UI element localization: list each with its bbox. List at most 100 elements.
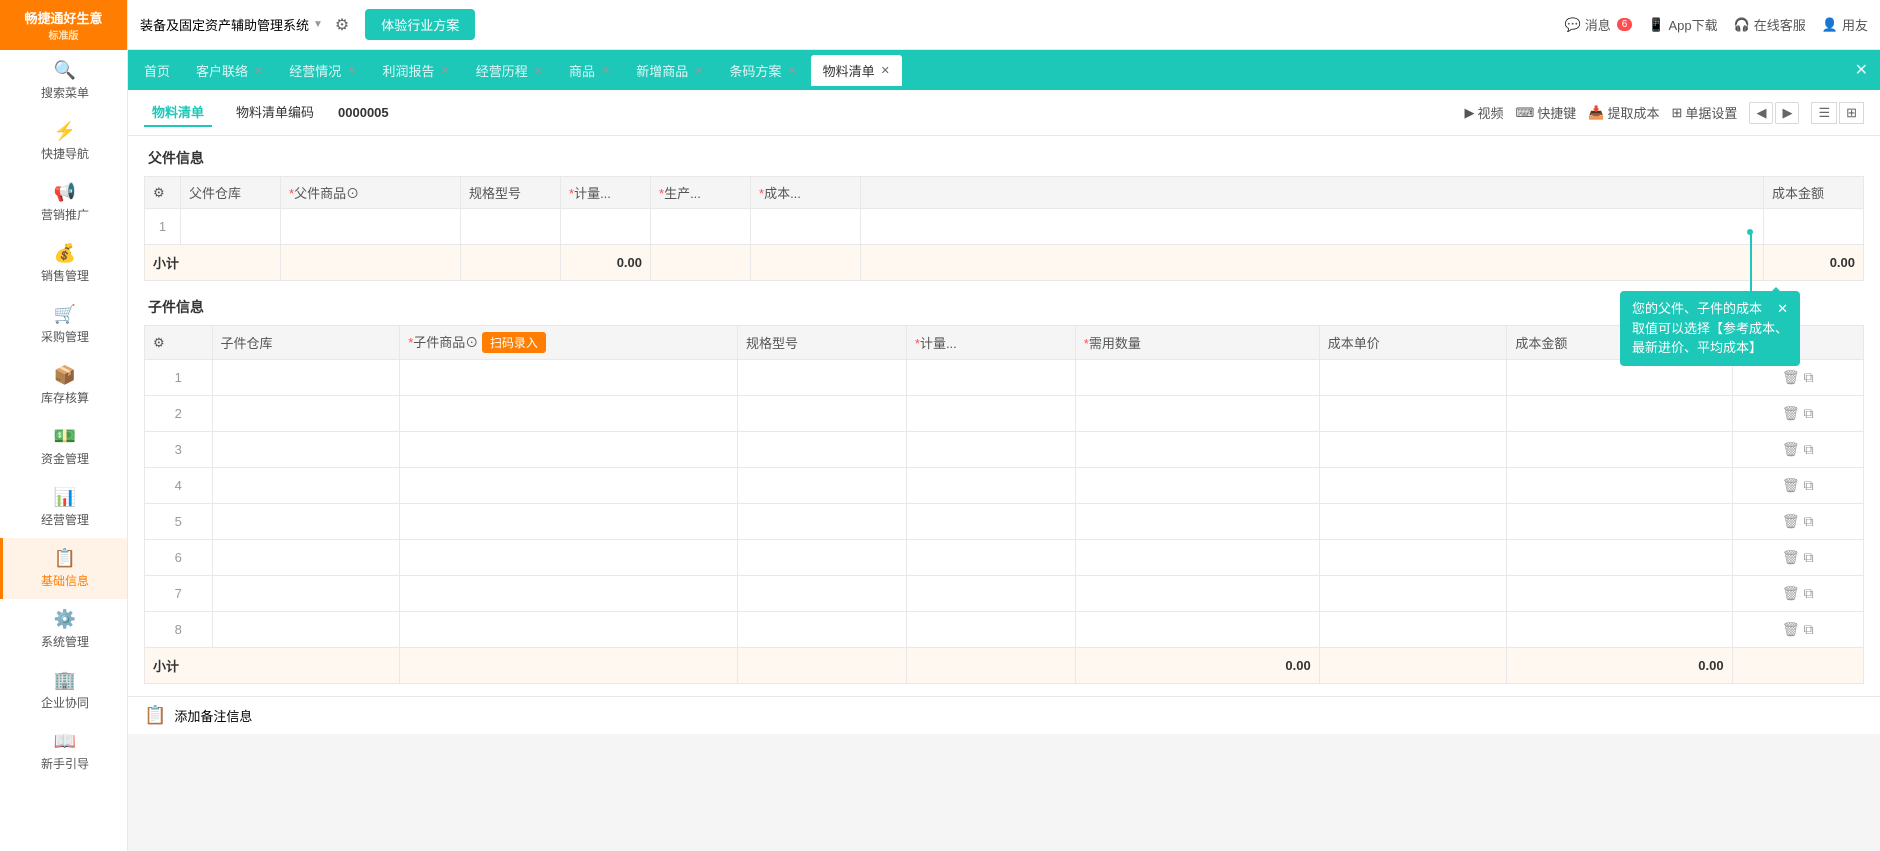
scan-button[interactable]: 扫码录入 bbox=[482, 332, 546, 353]
parent-spec-cell[interactable] bbox=[461, 209, 561, 245]
child-unit-cell[interactable] bbox=[906, 396, 1075, 432]
tab-bom[interactable]: 物料清单 ✕ bbox=[811, 55, 902, 86]
sidebar-item-search[interactable]: 🔍 搜索菜单 bbox=[0, 50, 127, 111]
parent-produce-cell[interactable] bbox=[651, 209, 751, 245]
delete-icon[interactable]: 🗑 bbox=[1782, 477, 1800, 494]
child-qty-cell[interactable] bbox=[1075, 468, 1319, 504]
grid-view-button[interactable]: ⊞ bbox=[1839, 102, 1864, 124]
message-item[interactable]: 💬 消息 6 bbox=[1565, 15, 1633, 34]
delete-icon[interactable]: 🗑 bbox=[1782, 585, 1800, 602]
child-warehouse-cell[interactable] bbox=[212, 504, 400, 540]
copy-icon[interactable]: ⧉ bbox=[1804, 405, 1814, 422]
child-price-cell[interactable] bbox=[1319, 432, 1507, 468]
child-warehouse-cell[interactable] bbox=[212, 468, 400, 504]
child-warehouse-cell[interactable] bbox=[212, 576, 400, 612]
child-price-cell[interactable] bbox=[1319, 576, 1507, 612]
shortcut-button[interactable]: ⌨ 快捷键 bbox=[1516, 103, 1577, 122]
child-qty-cell[interactable] bbox=[1075, 576, 1319, 612]
sidebar-item-finance[interactable]: 💵 资金管理 bbox=[0, 416, 127, 477]
tooltip-close-button[interactable]: ✕ bbox=[1777, 299, 1788, 319]
tab-close-icon[interactable]: ✕ bbox=[601, 64, 610, 77]
child-product-cell[interactable] bbox=[400, 468, 738, 504]
extract-cost-button[interactable]: 📥 提取成本 bbox=[1588, 103, 1659, 122]
child-product-cell[interactable] bbox=[400, 432, 738, 468]
sidebar-item-operations[interactable]: 📊 经营管理 bbox=[0, 477, 127, 538]
sidebar-item-purchase[interactable]: 🛒 采购管理 bbox=[0, 294, 127, 355]
child-price-cell[interactable] bbox=[1319, 468, 1507, 504]
child-spec-cell[interactable] bbox=[737, 612, 906, 648]
child-price-cell[interactable] bbox=[1319, 540, 1507, 576]
gear-icon[interactable]: ⚙ bbox=[335, 15, 349, 35]
tab-operations[interactable]: 经营情况 ✕ bbox=[277, 55, 368, 86]
sub-tab-bom[interactable]: 物料清单 bbox=[144, 98, 212, 127]
child-unit-cell[interactable] bbox=[906, 612, 1075, 648]
copy-icon[interactable]: ⧉ bbox=[1804, 549, 1814, 566]
child-unit-cell[interactable] bbox=[906, 576, 1075, 612]
copy-icon[interactable]: ⧉ bbox=[1804, 513, 1814, 530]
sidebar-item-enterprise[interactable]: 🏢 企业协同 bbox=[0, 660, 127, 721]
child-price-cell[interactable] bbox=[1319, 504, 1507, 540]
delete-icon[interactable]: 🗑 bbox=[1782, 405, 1800, 422]
system-title-select[interactable]: 装备及固定资产辅助管理系统 ▼ bbox=[140, 15, 323, 34]
child-qty-cell[interactable] bbox=[1075, 612, 1319, 648]
child-warehouse-cell[interactable] bbox=[212, 432, 400, 468]
copy-icon[interactable]: ⧉ bbox=[1804, 585, 1814, 602]
child-product-cell[interactable] bbox=[400, 360, 738, 396]
sidebar-item-marketing[interactable]: 📢 营销推广 bbox=[0, 172, 127, 233]
doc-setting-button[interactable]: ⊞ 单据设置 bbox=[1672, 103, 1738, 122]
child-unit-cell[interactable] bbox=[906, 360, 1075, 396]
child-unit-cell[interactable] bbox=[906, 468, 1075, 504]
child-spec-cell[interactable] bbox=[737, 540, 906, 576]
tab-close-icon[interactable]: ✕ bbox=[694, 64, 703, 77]
child-spec-cell[interactable] bbox=[737, 432, 906, 468]
child-product-cell[interactable] bbox=[400, 540, 738, 576]
app-download-item[interactable]: 📱 App下载 bbox=[1648, 15, 1717, 34]
tab-close-icon[interactable]: ✕ bbox=[254, 64, 263, 77]
child-warehouse-cell[interactable] bbox=[212, 396, 400, 432]
parent-cost-cell[interactable] bbox=[751, 209, 861, 245]
tab-close-icon[interactable]: ✕ bbox=[347, 64, 356, 77]
delete-icon[interactable]: 🗑 bbox=[1782, 513, 1800, 530]
child-product-cell[interactable] bbox=[400, 612, 738, 648]
close-all-tabs-button[interactable]: ✕ bbox=[1847, 56, 1876, 84]
sidebar-item-guide[interactable]: 📖 新手引导 bbox=[0, 721, 127, 782]
delete-icon[interactable]: 🗑 bbox=[1782, 621, 1800, 638]
tab-profit[interactable]: 利润报告 ✕ bbox=[370, 55, 461, 86]
delete-icon[interactable]: 🗑 bbox=[1782, 441, 1800, 458]
child-unit-cell[interactable] bbox=[906, 504, 1075, 540]
child-spec-cell[interactable] bbox=[737, 360, 906, 396]
child-warehouse-cell[interactable] bbox=[212, 612, 400, 648]
next-arrow-button[interactable]: ▶ bbox=[1775, 102, 1799, 124]
sidebar-item-sales[interactable]: 💰 销售管理 bbox=[0, 233, 127, 294]
view-video-button[interactable]: ▶ 视频 bbox=[1465, 103, 1504, 122]
prev-arrow-button[interactable]: ◀ bbox=[1749, 102, 1773, 124]
tab-barcode[interactable]: 条码方案 ✕ bbox=[717, 55, 808, 86]
online-service-item[interactable]: 🎧 在线客服 bbox=[1734, 15, 1806, 34]
child-unit-cell[interactable] bbox=[906, 540, 1075, 576]
parent-product-cell[interactable] bbox=[281, 209, 461, 245]
copy-icon[interactable]: ⧉ bbox=[1804, 621, 1814, 638]
child-qty-cell[interactable] bbox=[1075, 396, 1319, 432]
sidebar-item-system[interactable]: ⚙️ 系统管理 bbox=[0, 599, 127, 660]
tab-home[interactable]: 首页 bbox=[132, 55, 182, 86]
tab-close-icon[interactable]: ✕ bbox=[534, 64, 543, 77]
sidebar-item-quicknav[interactable]: ⚡ 快捷导航 bbox=[0, 111, 127, 172]
child-spec-cell[interactable] bbox=[737, 468, 906, 504]
tab-history[interactable]: 经营历程 ✕ bbox=[464, 55, 555, 86]
tab-close-icon[interactable]: ✕ bbox=[441, 64, 450, 77]
delete-icon[interactable]: 🗑 bbox=[1782, 369, 1800, 386]
notes-label[interactable]: 添加备注信息 bbox=[174, 706, 252, 725]
child-product-cell[interactable] bbox=[400, 504, 738, 540]
tab-close-icon[interactable]: ✕ bbox=[881, 64, 890, 77]
tab-new-product[interactable]: 新增商品 ✕ bbox=[624, 55, 715, 86]
child-product-cell[interactable] bbox=[400, 576, 738, 612]
copy-icon[interactable]: ⧉ bbox=[1804, 477, 1814, 494]
child-product-cell[interactable] bbox=[400, 396, 738, 432]
child-spec-cell[interactable] bbox=[737, 504, 906, 540]
tab-products[interactable]: 商品 ✕ bbox=[557, 55, 622, 86]
trial-button[interactable]: 体验行业方案 bbox=[365, 9, 475, 40]
parent-warehouse-cell[interactable] bbox=[181, 209, 281, 245]
child-price-cell[interactable] bbox=[1319, 396, 1507, 432]
child-qty-cell[interactable] bbox=[1075, 432, 1319, 468]
sub-tab-code[interactable]: 物料清单编码 bbox=[228, 98, 322, 127]
